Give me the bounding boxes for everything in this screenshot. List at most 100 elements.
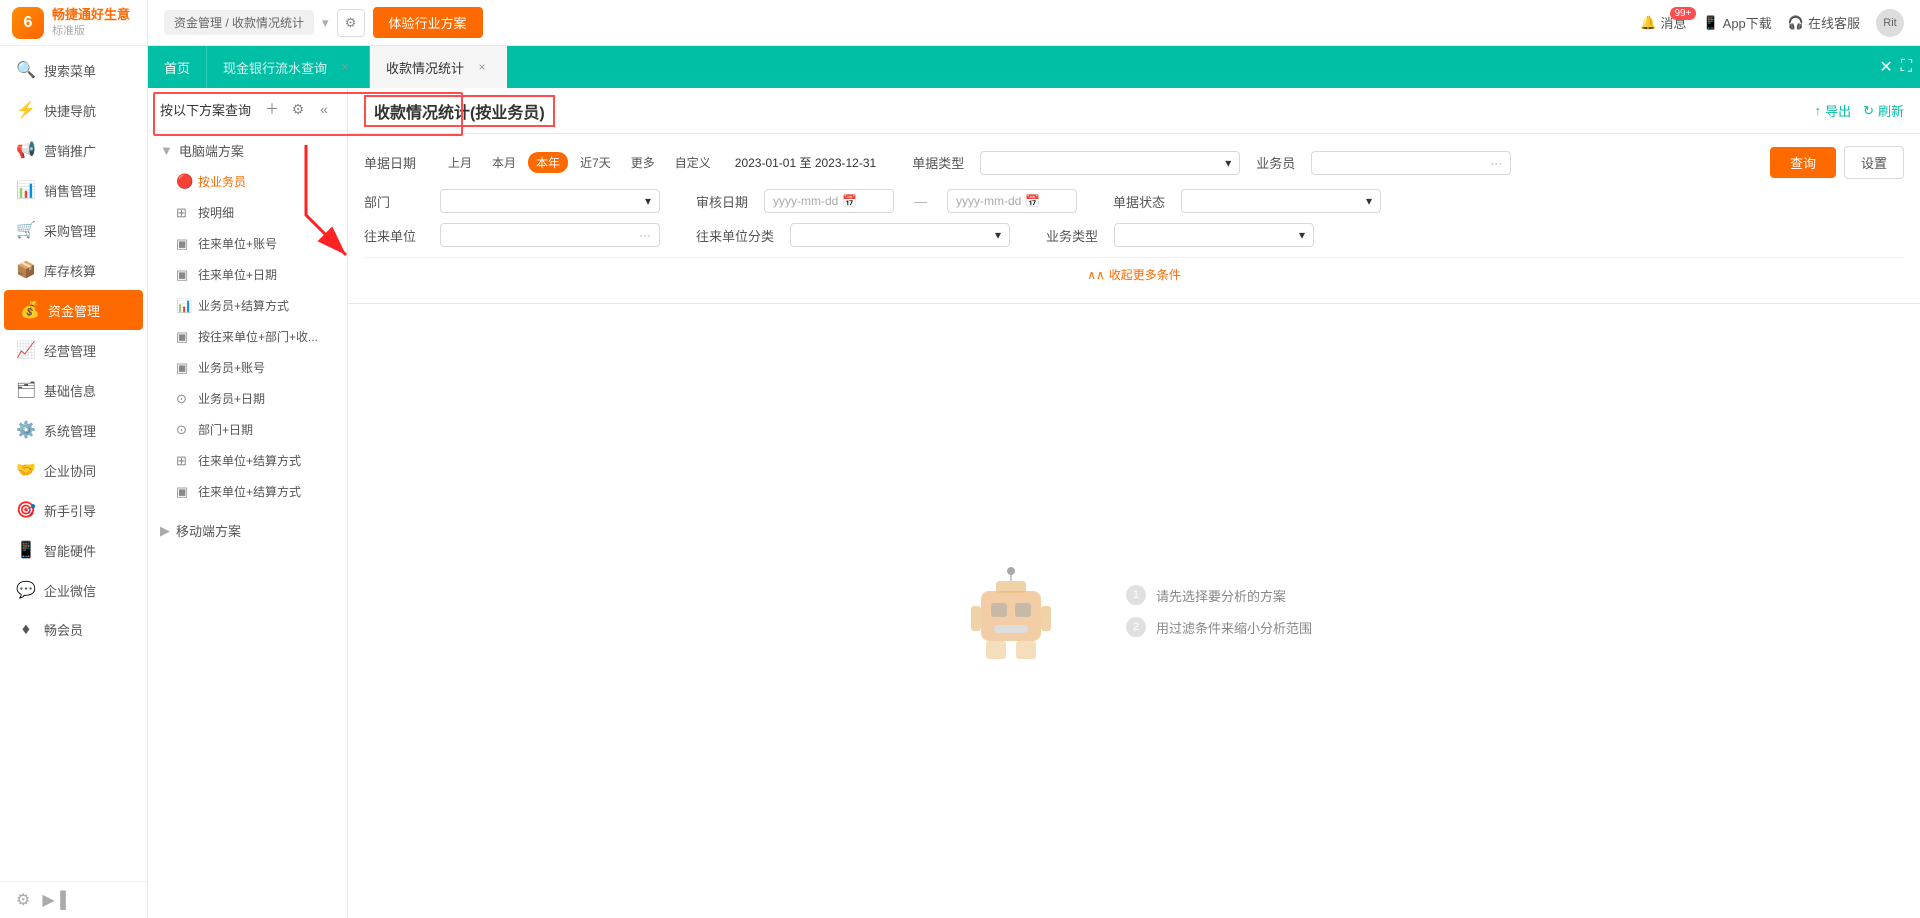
partner-category-label: 往来单位分类 [696, 226, 774, 245]
sidebar-item-search[interactable]: 🔍 搜索菜单 [0, 50, 147, 90]
scheme-item-by-detail[interactable]: ⊞ 按明细 [148, 197, 347, 228]
scheme-item-partner-settle1[interactable]: ⊞ 往来单位+结算方式 [148, 445, 347, 476]
expand-icon: ▼ [160, 143, 173, 158]
dept-label: 部门 [364, 192, 424, 211]
filter-row-1: 单据日期 上月 本月 本年 近7天 更多 自定义 2023-01-01 至 20… [364, 146, 1904, 179]
sidebar-item-guide[interactable]: 🎯 新手引导 [0, 490, 147, 530]
user-avatar[interactable]: Rit [1876, 9, 1904, 37]
settings-button[interactable]: 设置 [1844, 146, 1904, 179]
tab-fullscreen-icon[interactable]: ⛶ [1901, 58, 1912, 76]
sidebar-item-hardware[interactable]: 📱 智能硬件 [0, 530, 147, 570]
dept-dropdown-icon: ▾ [645, 194, 651, 208]
export-button[interactable]: ↑ 导出 [1815, 101, 1852, 120]
sidebar-item-enterprise[interactable]: 🤝 企业协同 [0, 450, 147, 490]
scheme-item-partner-date[interactable]: ▣ 往来单位+日期 [148, 259, 347, 290]
scheme-item-partner-account[interactable]: ▣ 往来单位+账号 [148, 228, 347, 259]
date-tab-more[interactable]: 更多 [623, 152, 663, 173]
top-header: 资金管理 / 收款情况统计 ▾ ⚙ 体验行业方案 🔔 消息 99+ 📱 App下… [148, 0, 1920, 46]
salesman-more-icon: ··· [1490, 156, 1502, 170]
query-button[interactable]: 查询 [1770, 147, 1836, 178]
sidebar-item-inventory[interactable]: 📦 库存核算 [0, 250, 147, 290]
trial-button[interactable]: 体验行业方案 [373, 7, 483, 38]
service-icon: 🎧 [1788, 15, 1804, 31]
page-title-bar: 收款情况统计(按业务员) ↑ 导出 ↻ 刷新 [348, 88, 1920, 134]
tab-receipt[interactable]: 收款情况统计 × [370, 46, 507, 88]
scheme-item-dept-date[interactable]: ⊙ 部门+日期 [148, 414, 347, 445]
header-settings-button[interactable]: ⚙ [337, 9, 365, 37]
online-service-button[interactable]: 🎧 在线客服 [1788, 13, 1860, 32]
mobile-scheme-group-header[interactable]: ▶ 移动端方案 [148, 515, 347, 546]
tab-receipt-close[interactable]: × [474, 59, 490, 75]
tab-bank-close[interactable]: × [337, 59, 353, 75]
sidebar-item-basic[interactable]: 🗂 基础信息 [0, 370, 147, 410]
date-tab-last-month[interactable]: 上月 [440, 152, 480, 173]
review-date-end[interactable]: yyyy-mm-dd 📅 [947, 189, 1077, 213]
partner-label: 往来单位 [364, 226, 424, 245]
scheme-item-by-salesman[interactable]: 🔴 按业务员 [148, 166, 347, 197]
member-icon: ♦ [16, 621, 36, 639]
refresh-button[interactable]: ↻ 刷新 [1863, 101, 1904, 120]
add-scheme-button[interactable]: ＋ [261, 98, 283, 120]
scheme-item-partner-settle2[interactable]: ▣ 往来单位+结算方式 [148, 476, 347, 507]
scheme-item-salesman-account[interactable]: ▣ 业务员+账号 [148, 352, 347, 383]
scheme-item-salesman-settle[interactable]: 📊 业务员+结算方式 [148, 290, 347, 321]
breadcrumb-dropdown-icon[interactable]: ▾ [322, 15, 329, 31]
scheme-item-salesman-date[interactable]: ⊙ 业务员+日期 [148, 383, 347, 414]
partner-select[interactable]: ··· [440, 223, 660, 247]
salesman-label: 业务员 [1256, 153, 1295, 172]
enterprise-icon: 🤝 [16, 460, 36, 480]
page-title: 收款情况统计(按业务员) [364, 95, 555, 127]
sidebar-logo: 6 畅捷通好生意 标准版 [0, 0, 147, 46]
collapse-filter-button[interactable]: ∧∧ 收起更多条件 [364, 257, 1904, 291]
review-date-label: 审核日期 [696, 192, 748, 211]
sidebar-item-finance[interactable]: 💰 资金管理 [4, 290, 143, 330]
date-tab-last7[interactable]: 近7天 [572, 152, 619, 173]
empty-step-1: 1 请先选择要分析的方案 [1126, 585, 1312, 605]
tab-bank[interactable]: 现金银行流水查询 × [207, 46, 370, 88]
sidebar-item-purchase[interactable]: 🛒 采购管理 [0, 210, 147, 250]
date-separator: — [910, 194, 931, 209]
date-tab-this-year[interactable]: 本年 [528, 152, 568, 173]
sidebar-item-sales[interactable]: 📊 销售管理 [0, 170, 147, 210]
review-date-start[interactable]: yyyy-mm-dd 📅 [764, 189, 894, 213]
inventory-icon: 📦 [16, 260, 36, 280]
purchase-icon: 🛒 [16, 220, 36, 240]
sidebar-item-member[interactable]: ♦ 畅会员 [0, 610, 147, 649]
status-dropdown-icon: ▾ [1366, 194, 1372, 208]
tab-home[interactable]: 首页 [148, 46, 207, 88]
tab-close-window-icon[interactable]: ✕ [1879, 57, 1892, 77]
scheme-item-partner-dept-recv[interactable]: ▣ 按往来单位+部门+收... [148, 321, 347, 352]
empty-step-2: 2 用过滤条件来缩小分析范围 [1126, 617, 1312, 637]
sidebar-settings-icon[interactable]: ⚙ [16, 890, 30, 910]
dept-select[interactable]: ▾ [440, 189, 660, 213]
calendar-icon: 📅 [842, 194, 857, 208]
sidebar-item-system[interactable]: ⚙️ 系统管理 [0, 410, 147, 450]
search-icon: 🔍 [16, 60, 36, 80]
business-type-dropdown-icon: ▾ [1299, 228, 1305, 242]
business-type-select[interactable]: ▾ [1114, 223, 1314, 247]
sidebar-item-wechat[interactable]: 💬 企业微信 [0, 570, 147, 610]
date-tab-this-month[interactable]: 本月 [484, 152, 524, 173]
wechat-icon: 💬 [16, 580, 36, 600]
app-download-button[interactable]: 📱 App下载 [1702, 13, 1771, 32]
sidebar-item-quick[interactable]: ⚡ 快捷导航 [0, 90, 147, 130]
date-tab-custom[interactable]: 自定义 [667, 152, 719, 173]
partner-more-icon: ··· [639, 228, 651, 242]
page-title-actions: ↑ 导出 ↻ 刷新 [1815, 101, 1904, 120]
status-select[interactable]: ▾ [1181, 189, 1381, 213]
desktop-scheme-group-header[interactable]: ▼ 电脑端方案 [148, 135, 347, 166]
tab-bar-right: ✕ ⛶ [1879, 46, 1920, 88]
scheme-settings-button[interactable]: ⚙ [287, 98, 309, 120]
sidebar-item-marketing[interactable]: 📢 营销推广 [0, 130, 147, 170]
sidebar-collapse-icon[interactable]: ▶▐ [42, 890, 66, 910]
system-icon: ⚙️ [16, 420, 36, 440]
partner-category-select[interactable]: ▾ [790, 223, 1010, 247]
salesman-select[interactable]: ··· [1311, 151, 1511, 175]
messages-button[interactable]: 🔔 消息 99+ [1640, 13, 1686, 32]
left-panel: 按以下方案查询 ＋ ⚙ « ▼ 电脑端方案 🔴 按业务员 [148, 88, 348, 918]
date-label: 单据日期 [364, 153, 424, 172]
panel-collapse-button[interactable]: « [313, 98, 335, 120]
sidebar-item-operation[interactable]: 📈 经营管理 [0, 330, 147, 370]
voucher-type-select[interactable]: ▾ [980, 151, 1240, 175]
desktop-scheme-group: ▼ 电脑端方案 🔴 按业务员 ⊞ 按明细 ▣ 往来单位+账号 ▣ 往来单位+日期… [148, 131, 347, 511]
